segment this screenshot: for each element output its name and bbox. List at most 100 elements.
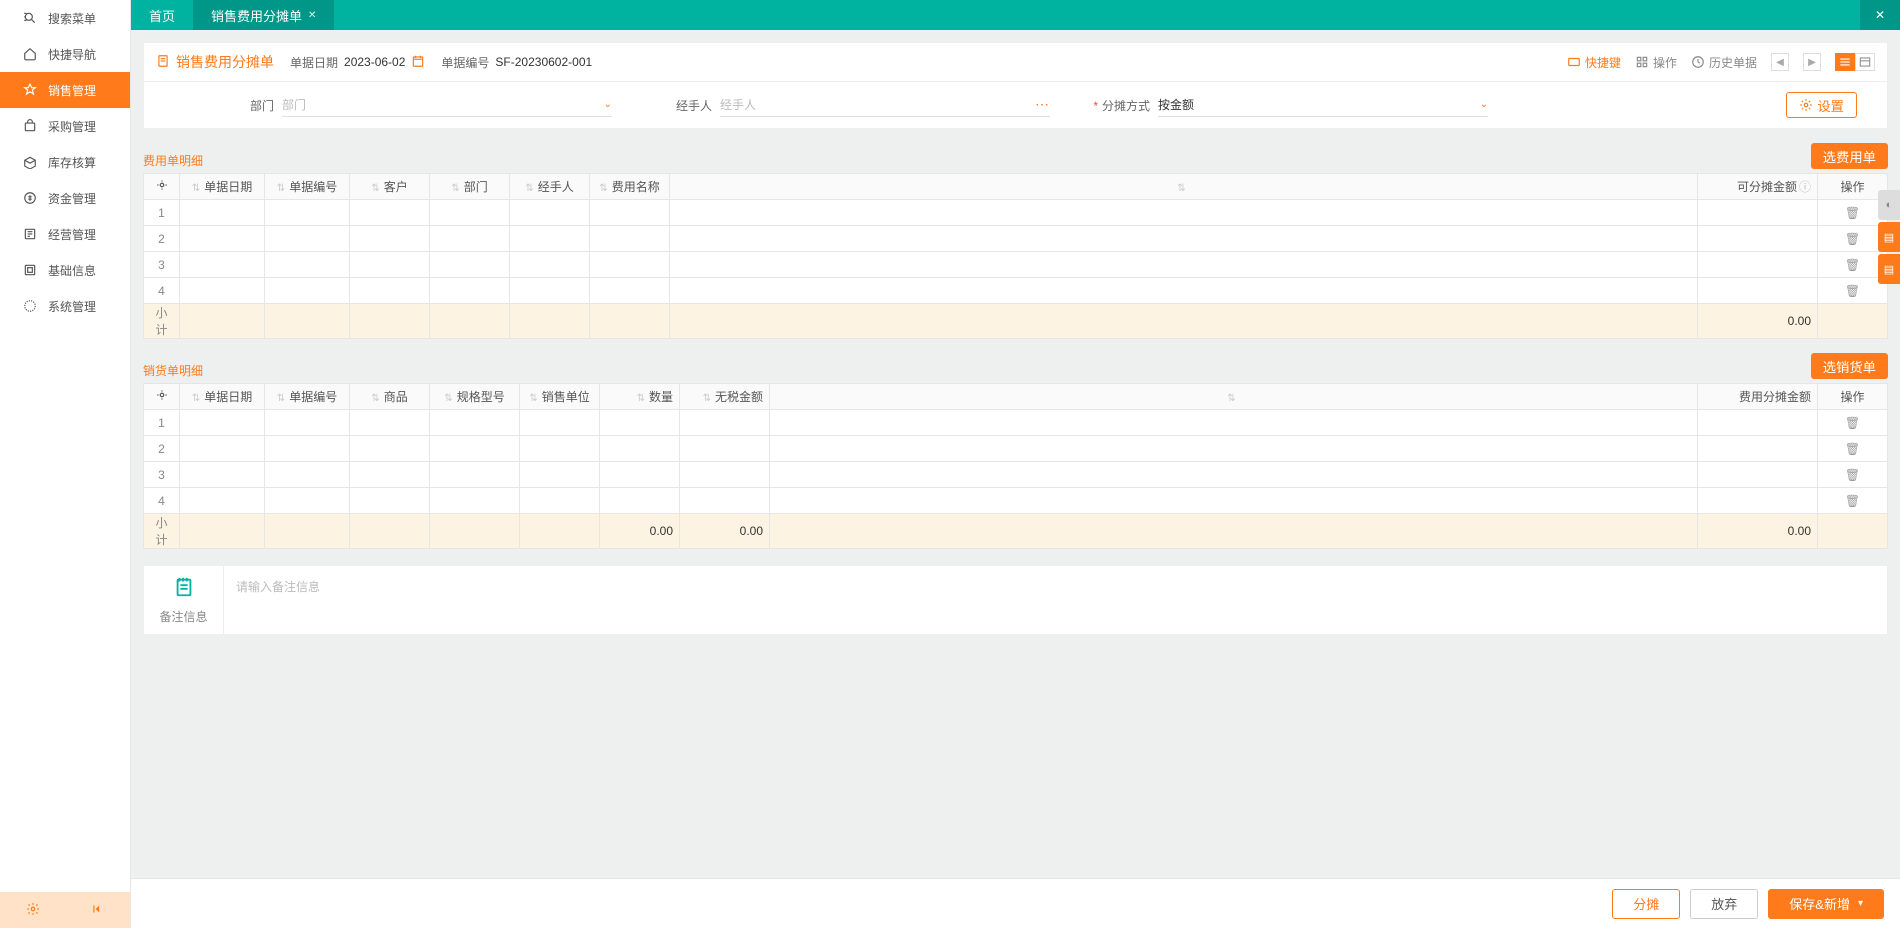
view-detail-button[interactable] (1855, 53, 1875, 71)
sidebar-item-base[interactable]: 基础信息 (0, 252, 130, 288)
system-icon (22, 298, 38, 314)
settings-button[interactable]: 设置 (1786, 92, 1857, 118)
lookup-icon[interactable]: ⋯ (1035, 96, 1050, 113)
date-value[interactable]: 2023-06-02 (344, 55, 405, 69)
document-icon (156, 54, 170, 71)
dock-item-2[interactable]: ▤ (1878, 222, 1900, 252)
table-row[interactable]: 4🗑 (144, 278, 1888, 304)
subtotal-row: 小计 0.00 0.00 0.00 (144, 514, 1888, 549)
col-no[interactable]: 单据编号 (265, 174, 350, 200)
col-amount-no-tax[interactable]: 无税金额 (680, 384, 770, 410)
col-no[interactable]: 单据编号 (265, 384, 350, 410)
col-qty[interactable]: 数量 (600, 384, 680, 410)
view-list-button[interactable] (1835, 53, 1855, 71)
col-date[interactable]: 单据日期 (180, 384, 265, 410)
sidebar: 搜索菜单 快捷导航 销售管理 采购管理 (0, 0, 131, 928)
table-row[interactable]: 3🗑 (144, 252, 1888, 278)
chevron-down-icon[interactable]: ⌄ (604, 99, 612, 110)
col-dept[interactable]: 部门 (430, 174, 510, 200)
table-row[interactable]: 2🗑 (144, 436, 1888, 462)
col-product[interactable]: 商品 (350, 384, 430, 410)
col-alloc-amount[interactable]: 费用分摊金额 (1698, 384, 1818, 410)
table-row[interactable]: 2🗑 (144, 226, 1888, 252)
dock-item-1[interactable]: ◐ (1878, 190, 1900, 220)
col-blank[interactable] (770, 384, 1698, 410)
sidebar-item-search[interactable]: 搜索菜单 (0, 0, 130, 36)
trash-icon[interactable]: 🗑 (1845, 258, 1860, 272)
sidebar-item-label: 资金管理 (48, 190, 96, 207)
col-spec[interactable]: 规格型号 (430, 384, 520, 410)
sidebar-item-label: 系统管理 (48, 298, 96, 315)
sales-table: 单据日期 单据编号 商品 规格型号 销售单位 数量 无税金额 费用分摊金额 操作… (143, 383, 1888, 549)
sidebar-item-system[interactable]: 系统管理 (0, 288, 130, 324)
tab-sales-expense-allocation[interactable]: 销售费用分摊单 ✕ (193, 0, 334, 30)
sidebar-bottom-bar (0, 892, 130, 928)
calendar-icon[interactable] (411, 54, 425, 71)
operation-link[interactable]: 操作 (1635, 54, 1677, 71)
trash-icon[interactable]: 🗑 (1845, 468, 1860, 482)
next-doc-button[interactable]: ▶ (1803, 53, 1821, 71)
allocate-button[interactable]: 分摊 (1612, 889, 1680, 919)
docno-value: SF-20230602-001 (495, 55, 592, 69)
trash-icon[interactable]: 🗑 (1845, 232, 1860, 246)
shortcut-link[interactable]: 快捷键 (1567, 54, 1621, 71)
dept-input[interactable] (282, 98, 604, 112)
close-tab-icon[interactable]: ✕ (308, 10, 316, 21)
col-customer[interactable]: 客户 (350, 174, 430, 200)
trash-icon[interactable]: 🗑 (1845, 206, 1860, 220)
sidebar-item-sales[interactable]: 销售管理 (0, 72, 130, 108)
sidebar-item-label: 销售管理 (48, 82, 96, 99)
col-handler[interactable]: 经手人 (510, 174, 590, 200)
sidebar-item-inventory[interactable]: 库存核算 (0, 144, 130, 180)
col-unit[interactable]: 销售单位 (520, 384, 600, 410)
history-link[interactable]: 历史单据 (1691, 54, 1757, 71)
trash-icon[interactable]: 🗑 (1845, 416, 1860, 430)
table-row[interactable]: 1🗑 (144, 410, 1888, 436)
collapse-sidebar-icon[interactable] (91, 902, 105, 919)
col-expense-name[interactable]: 费用名称 (590, 174, 670, 200)
right-dock: ◐ ▤ ▤ (1878, 190, 1900, 284)
save-new-button[interactable]: 保存&新增 (1768, 889, 1884, 919)
remarks-card: 备注信息 (143, 565, 1888, 635)
sidebar-item-purchase[interactable]: 采购管理 (0, 108, 130, 144)
tab-home[interactable]: 首页 (131, 0, 193, 30)
table-row[interactable]: 1🗑 (144, 200, 1888, 226)
table-row[interactable]: 3🗑 (144, 462, 1888, 488)
sidebar-item-fund[interactable]: 资金管理 (0, 180, 130, 216)
column-config-icon[interactable] (144, 384, 180, 410)
trash-icon[interactable]: 🗑 (1845, 442, 1860, 456)
sidebar-item-label: 快捷导航 (48, 46, 96, 63)
trash-icon[interactable]: 🗑 (1845, 284, 1860, 298)
column-config-icon[interactable] (144, 174, 180, 200)
select-expense-button[interactable]: 选费用单 (1811, 143, 1888, 169)
sidebar-item-business[interactable]: 经营管理 (0, 216, 130, 252)
col-allocatable[interactable]: 可分摊金额ⓘ (1698, 174, 1818, 200)
dock-item-3[interactable]: ▤ (1878, 254, 1900, 284)
trash-icon[interactable]: 🗑 (1845, 494, 1860, 508)
prev-doc-button[interactable]: ◀ (1771, 53, 1789, 71)
method-label: 分摊方式 (1090, 97, 1150, 114)
main-area: 首页 销售费用分摊单 ✕ ✕ 销售费用分摊单 单据日期 (131, 0, 1900, 928)
remarks-input[interactable] (224, 566, 1887, 634)
handler-input[interactable] (720, 98, 1035, 112)
col-date[interactable]: 单据日期 (180, 174, 265, 200)
close-all-tabs-button[interactable]: ✕ (1860, 0, 1900, 30)
help-icon[interactable]: ⓘ (1799, 180, 1811, 194)
discard-button[interactable]: 放弃 (1690, 889, 1758, 919)
settings-gear-icon[interactable] (26, 902, 40, 919)
tab-label: 销售费用分摊单 (211, 6, 302, 25)
remarks-label: 备注信息 (159, 608, 207, 625)
home-icon (22, 46, 38, 62)
footer-actions: 分摊 放弃 保存&新增 (131, 878, 1900, 928)
col-blank[interactable] (670, 174, 1698, 200)
sidebar-item-quicknav[interactable]: 快捷导航 (0, 36, 130, 72)
table-row[interactable]: 4🗑 (144, 488, 1888, 514)
base-icon (22, 262, 38, 278)
expense-section-title: 费用单明细 (143, 152, 203, 169)
subtotal-row: 小计 0.00 (144, 304, 1888, 339)
sidebar-item-label: 库存核算 (48, 154, 96, 171)
method-select[interactable] (1158, 98, 1480, 112)
select-sales-button[interactable]: 选销货单 (1811, 353, 1888, 379)
notepad-icon (173, 576, 195, 604)
chevron-down-icon[interactable]: ⌄ (1480, 99, 1488, 110)
